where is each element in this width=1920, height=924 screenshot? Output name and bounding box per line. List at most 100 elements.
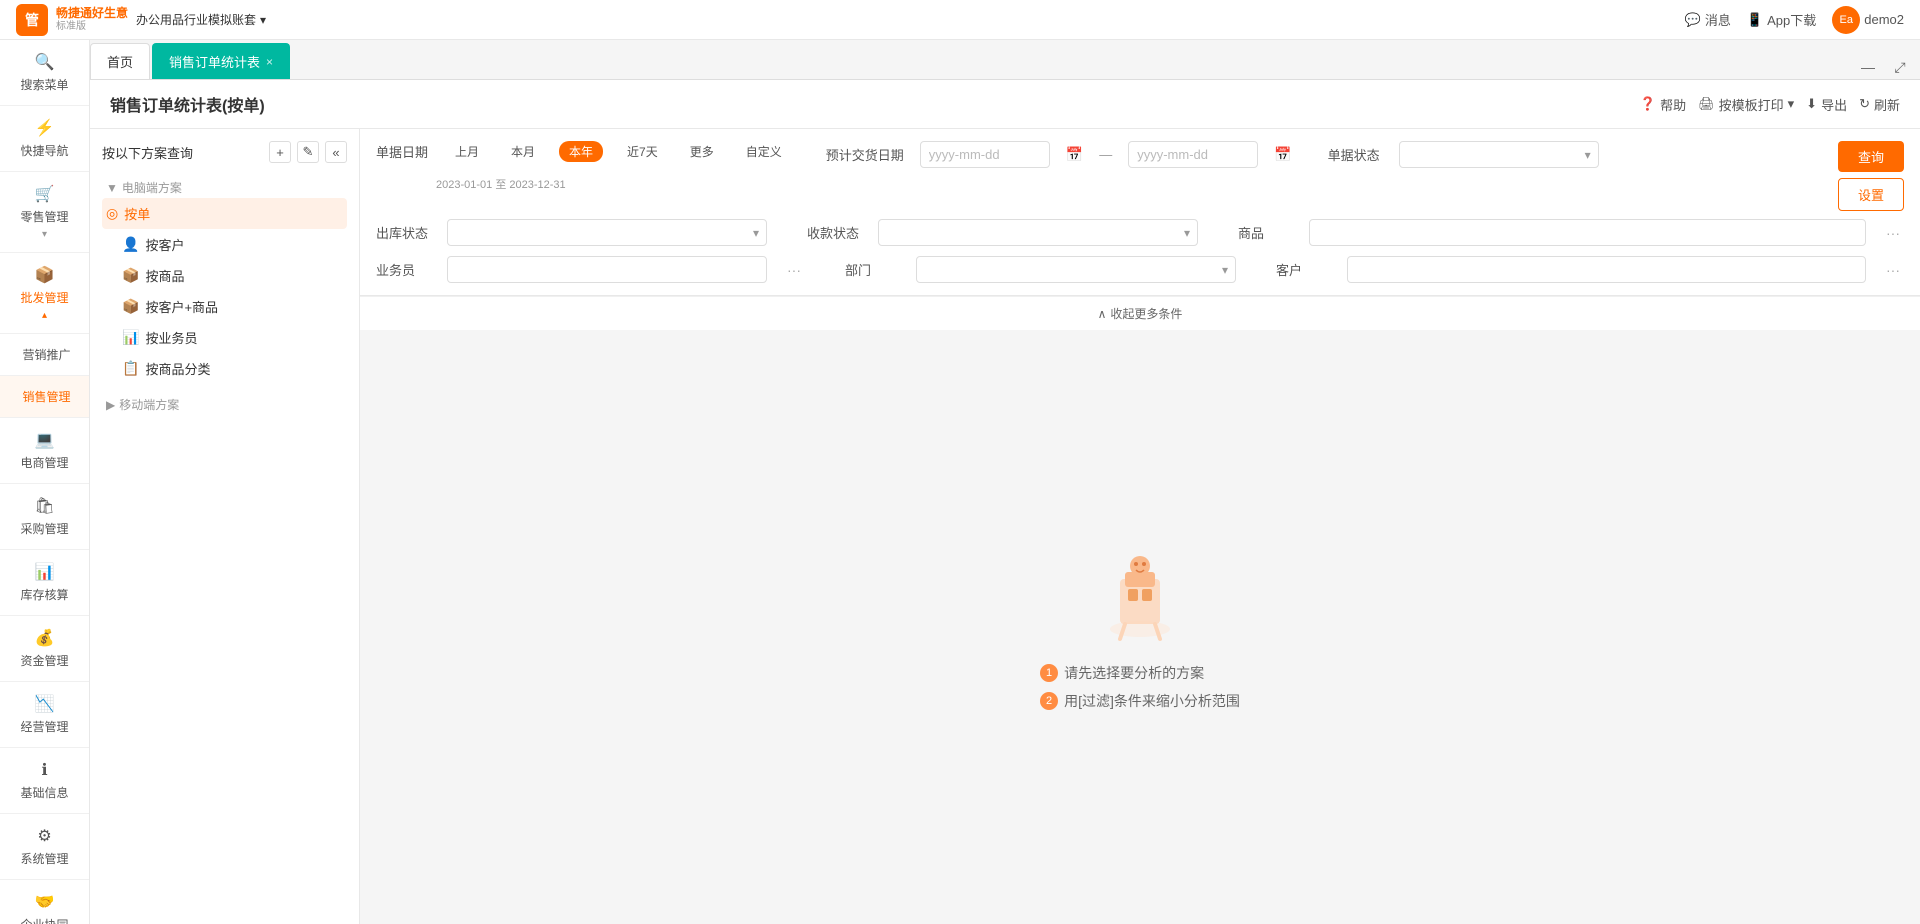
payment-status-label: 收款状态	[807, 223, 862, 242]
help-icon: ❓	[1640, 96, 1656, 112]
app-download-btn[interactable]: 📱 App下载	[1747, 10, 1816, 29]
customer-input[interactable]	[1347, 256, 1866, 283]
print-btn[interactable]: 🖨 按模板打印 ▾	[1698, 95, 1794, 114]
collapse-filter-btn[interactable]: ∧ 收起更多条件	[360, 296, 1920, 330]
expected-date-start[interactable]	[920, 141, 1050, 168]
sidebar-item-wholesale[interactable]: 📦 批发管理 ▴	[0, 253, 89, 334]
user-menu[interactable]: Ea demo2	[1832, 6, 1904, 34]
tree-item-by-customer-goods[interactable]: 📦 按客户+商品	[102, 291, 347, 322]
sidebar-item-basic[interactable]: ℹ 基础信息	[0, 748, 89, 814]
refresh-btn[interactable]: ↻ 刷新	[1859, 95, 1900, 114]
retail-icon: 🛒	[35, 184, 55, 204]
page-header: 销售订单统计表(按单) ❓ 帮助 🖨 按模板打印 ▾ ⬇	[90, 80, 1920, 129]
filter-row-bill-status: 单据状态 ▾	[1328, 141, 1599, 168]
chevron-down-icon: ▼	[106, 181, 118, 195]
tree-item-by-customer[interactable]: 👤 按客户	[102, 229, 347, 260]
tree-item-by-salesperson[interactable]: 📊 按业务员	[102, 322, 347, 353]
tab-minimize-btn[interactable]: —	[1856, 55, 1880, 79]
chevron-right-icon: ▶	[106, 398, 115, 412]
tree-item-by-goods[interactable]: 📦 按商品	[102, 260, 347, 291]
chevron-down-icon: ▾	[42, 229, 47, 240]
brand-name: 畅捷通好生意	[56, 6, 128, 20]
this-year-btn[interactable]: 本年	[559, 141, 603, 162]
print-icon: 🖨	[1698, 96, 1715, 112]
ship-status-select[interactable]	[447, 219, 767, 246]
goods-dots-btn[interactable]: ···	[1882, 225, 1904, 241]
sidebar-item-quicknav[interactable]: ⚡ 快捷导航	[0, 106, 89, 172]
this-month-btn[interactable]: 本月	[503, 141, 543, 162]
customer-label: 客户	[1276, 260, 1331, 279]
tree-item-by-category[interactable]: 📋 按商品分类	[102, 353, 347, 384]
sidebar-item-retail[interactable]: 🛒 零售管理 ▾	[0, 172, 89, 253]
sidebar-item-management[interactable]: 📉 经营管理	[0, 682, 89, 748]
setting-btn[interactable]: 设置	[1838, 178, 1904, 211]
calendar-end-icon[interactable]: 📅	[1274, 146, 1291, 163]
bar-chart-icon: 📊	[122, 329, 139, 346]
sidebar-item-purchase[interactable]: 🛍 采购管理	[0, 484, 89, 550]
edit-scheme-btn[interactable]: ✎	[297, 141, 319, 163]
finance-icon: 💰	[35, 628, 55, 648]
salesperson-input[interactable]	[447, 256, 767, 283]
sidebar-item-ecommerce[interactable]: 💻 电商管理	[0, 418, 89, 484]
filter-row-date: 单据日期 上月 本月 本年 近7天 更多 自定义	[376, 141, 790, 162]
ecommerce-icon: 💻	[35, 430, 55, 450]
search-btn[interactable]: 查询	[1838, 141, 1904, 172]
maximize-icon: ⤢	[1894, 59, 1905, 76]
sidebar-item-inventory[interactable]: 📊 库存核算	[0, 550, 89, 616]
tab-close-btn[interactable]: ×	[266, 55, 273, 69]
tab-sales-order[interactable]: 销售订单统计表 ×	[152, 43, 290, 79]
empty-tip-1: 1 请先选择要分析的方案	[1040, 663, 1240, 683]
top-bar-left: 管 畅捷通好生意 标准版 办公用品行业模拟账套 ▾	[16, 4, 266, 36]
sidebar-sub-marketing[interactable]: 营销推广	[0, 334, 89, 376]
tab-bar: 首页 销售订单统计表 × — ⤢	[90, 40, 1920, 80]
tree-category-pc[interactable]: ▼ 电脑端方案	[102, 175, 347, 198]
flash-icon: ⚡	[35, 118, 55, 138]
chevron-down-icon: ▾	[1788, 96, 1795, 112]
tree-category-mobile[interactable]: ▶ 移动端方案	[102, 392, 347, 415]
chevron-down-icon: ▾	[260, 13, 266, 27]
last7-btn[interactable]: 近7天	[619, 141, 666, 162]
export-btn[interactable]: ⬇ 导出	[1806, 95, 1847, 114]
collab-icon: 🤝	[35, 892, 55, 912]
account-dropdown[interactable]: 办公用品行业模拟账套 ▾	[136, 11, 266, 28]
sidebar-item-finance[interactable]: 💰 资金管理	[0, 616, 89, 682]
collapse-panel-btn[interactable]: «	[325, 141, 347, 163]
add-scheme-btn[interactable]: +	[269, 141, 291, 163]
sidebar-sub-sales[interactable]: 销售管理	[0, 376, 89, 418]
sidebar-item-search[interactable]: 🔍 搜索菜单	[0, 40, 89, 106]
left-panel-header: 按以下方案查询 + ✎ «	[102, 141, 347, 163]
filter-row-misc: 业务员 ··· 部门 ▾ 客户	[376, 256, 1904, 283]
tab-home[interactable]: 首页	[90, 43, 150, 79]
sidebar-item-system[interactable]: ⚙ 系统管理	[0, 814, 89, 880]
customer-dots-btn[interactable]: ···	[1882, 262, 1904, 278]
top-bar-right: 💬 消息 📱 App下载 Ea demo2	[1685, 6, 1904, 34]
page-title: 销售订单统计表(按单)	[110, 92, 265, 116]
page-header-actions: ❓ 帮助 🖨 按模板打印 ▾ ⬇ 导出 ↻	[1640, 95, 1900, 114]
help-btn[interactable]: ❓ 帮助	[1640, 95, 1686, 114]
minimize-icon: —	[1861, 59, 1875, 75]
custom-btn[interactable]: 自定义	[738, 141, 790, 162]
more-btn[interactable]: 更多	[682, 141, 722, 162]
payment-status-select[interactable]	[878, 219, 1198, 246]
wholesale-icon: 📦	[35, 265, 55, 285]
gear-icon: ⚙	[37, 826, 51, 846]
bill-status-select[interactable]	[1399, 141, 1599, 168]
salesperson-dots-btn[interactable]: ···	[783, 262, 805, 278]
main-layout: 🔍 搜索菜单 ⚡ 快捷导航 🛒 零售管理 ▾ 📦 批发管理 ▴ 营销推广 销售管…	[0, 40, 1920, 924]
message-btn[interactable]: 💬 消息	[1685, 10, 1731, 29]
tree-item-by-order[interactable]: ◎ 按单	[102, 198, 347, 229]
calendar-start-icon[interactable]: 📅	[1066, 146, 1083, 163]
sidebar-item-collab[interactable]: 🤝 企业协同	[0, 880, 89, 924]
goods-input[interactable]	[1309, 219, 1866, 246]
date-label: 单据日期	[376, 142, 431, 161]
category-icon: 📋	[122, 360, 139, 377]
expected-date-end[interactable]	[1128, 141, 1258, 168]
page-body: 销售订单统计表(按单) ❓ 帮助 🖨 按模板打印 ▾ ⬇	[90, 80, 1920, 924]
main-content: 按以下方案查询 + ✎ «	[90, 129, 1920, 924]
dept-select[interactable]	[916, 256, 1236, 283]
left-panel-actions: + ✎ «	[269, 141, 347, 163]
tab-maximize-btn[interactable]: ⤢	[1888, 55, 1912, 79]
last-month-btn[interactable]: 上月	[447, 141, 487, 162]
purchase-icon: 🛍	[34, 496, 54, 516]
empty-state: 1 请先选择要分析的方案 2 用[过滤]条件来缩小分析范围	[360, 330, 1920, 924]
